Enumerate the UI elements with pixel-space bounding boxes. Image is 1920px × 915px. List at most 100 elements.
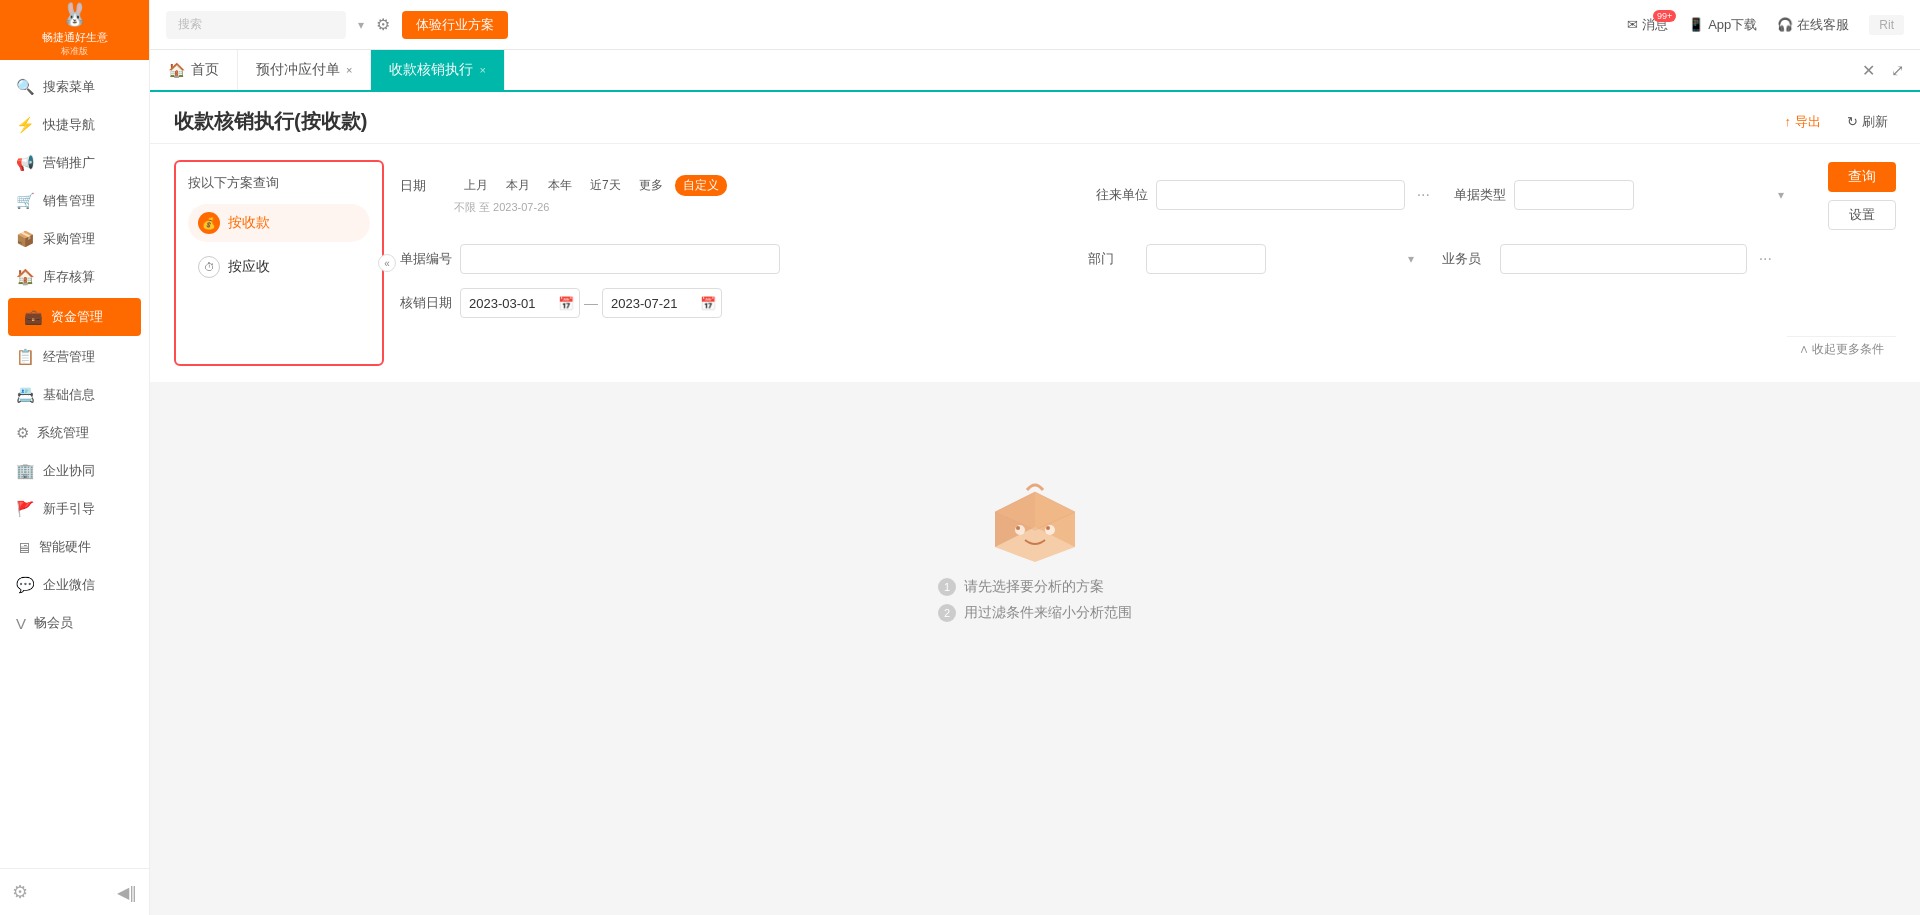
- topbar-gear-icon[interactable]: ⚙: [376, 15, 390, 34]
- sidebar-label-vip: 畅会员: [34, 614, 73, 632]
- sidebar-menu: 🔍 搜索菜单 ⚡ 快捷导航 📢 营销推广 🛒 销售管理 📦 采购管理 🏠 库存核…: [0, 60, 149, 868]
- collapse-sidebar-btn[interactable]: ◀‖: [117, 883, 137, 902]
- sidebar-item-funds[interactable]: 💼 资金管理: [8, 298, 141, 336]
- sidebar: 🐰 畅捷通好生意 标准版 🔍 搜索菜单 ⚡ 快捷导航 📢 营销推广 🛒 销售管理…: [0, 0, 150, 915]
- query-button[interactable]: 查询: [1828, 162, 1896, 192]
- date-btn-custom[interactable]: 自定义: [675, 175, 727, 196]
- receivable-option-label: 按应收: [228, 258, 270, 276]
- settings-button[interactable]: 设置: [1828, 200, 1896, 230]
- sidebar-label-guide: 新手引导: [43, 500, 95, 518]
- tab-receipt-close[interactable]: ×: [479, 64, 485, 76]
- tab-prepay-label: 预付冲应付单: [256, 61, 340, 79]
- partner-label: 往来单位: [1096, 186, 1148, 204]
- collapse-more-btn[interactable]: ∧ 收起更多条件: [1787, 336, 1896, 362]
- sidebar-item-wechat[interactable]: 💬 企业微信: [0, 566, 149, 604]
- filter-actions: 查询 设置: [1828, 160, 1896, 230]
- date-btn-this-year[interactable]: 本年: [542, 175, 578, 196]
- filter-option-receivable[interactable]: ⏱ 按应收: [188, 248, 370, 286]
- message-button[interactable]: ✉ 消息 99+: [1627, 16, 1668, 34]
- sidebar-item-quick[interactable]: ⚡ 快捷导航: [0, 106, 149, 144]
- staff-dots-btn[interactable]: ···: [1755, 250, 1776, 268]
- filter-row-1: 日期 上月 本月 本年 近7天 更多 自定义 不限 至 2: [400, 160, 1896, 230]
- tab-close-all-btn[interactable]: ✕: [1858, 57, 1879, 84]
- tab-home-label: 首页: [191, 61, 219, 79]
- sidebar-label-hardware: 智能硬件: [39, 538, 91, 556]
- logo-text: 畅捷通好生意: [42, 30, 108, 45]
- mobile-icon: 📱: [1688, 17, 1704, 32]
- sidebar-item-search[interactable]: 🔍 搜索菜单: [0, 68, 149, 106]
- topbar-search-text: 搜索: [178, 16, 202, 33]
- app-logo: 🐰 畅捷通好生意 标准版: [0, 0, 149, 60]
- tab-home[interactable]: 🏠 首页: [150, 50, 238, 90]
- export-icon: ↑: [1785, 114, 1792, 129]
- sidebar-item-sales[interactable]: 🛒 销售管理: [0, 182, 149, 220]
- doc-type-field: 单据类型: [1454, 180, 1792, 210]
- verify-date-start-wrap: 📅: [460, 288, 580, 318]
- app-download-button[interactable]: 📱 App下载: [1688, 16, 1757, 34]
- hardware-icon: 🖥: [16, 539, 31, 556]
- solution-button[interactable]: 体验行业方案: [402, 11, 508, 39]
- svg-point-4: [1045, 525, 1055, 535]
- filter-option-receipt[interactable]: 💰 按收款: [188, 204, 370, 242]
- receipt-option-icon: 💰: [198, 212, 220, 234]
- sidebar-label-base: 基础信息: [43, 386, 95, 404]
- empty-step1-text: 请先选择要分析的方案: [964, 578, 1104, 596]
- sidebar-item-marketing[interactable]: 📢 营销推广: [0, 144, 149, 182]
- date-btn-this-month[interactable]: 本月: [500, 175, 536, 196]
- dept-label: 部门: [1088, 250, 1138, 268]
- empty-step-1: 1 请先选择要分析的方案: [938, 578, 1132, 596]
- staff-input[interactable]: [1500, 244, 1747, 274]
- partner-dots-btn[interactable]: ···: [1413, 186, 1434, 204]
- calendar-end-icon[interactable]: 📅: [700, 296, 716, 311]
- verify-date-field: 核销日期 📅 — 📅: [400, 288, 1068, 318]
- filter-form: 日期 上月 本月 本年 近7天 更多 自定义 不限 至 2: [400, 160, 1896, 366]
- tab-prepay[interactable]: 预付冲应付单 ×: [238, 50, 371, 90]
- online-service-button[interactable]: 🎧 在线客服: [1777, 16, 1849, 34]
- empty-step-2: 2 用过滤条件来缩小分析范围: [938, 604, 1132, 622]
- dept-select[interactable]: [1146, 244, 1266, 274]
- svg-point-5: [1016, 526, 1020, 530]
- filter-collapse-btn[interactable]: «: [378, 254, 396, 272]
- empty-svg: [975, 462, 1095, 562]
- date-btn-7days[interactable]: 近7天: [584, 175, 627, 196]
- date-range-dash: —: [584, 295, 598, 311]
- date-btn-more[interactable]: 更多: [633, 175, 669, 196]
- calendar-start-icon[interactable]: 📅: [558, 296, 574, 311]
- tabbar: 🏠 首页 预付冲应付单 × 收款核销执行 × ✕ ⤢: [150, 50, 1920, 92]
- tab-prepay-close[interactable]: ×: [346, 64, 352, 76]
- sidebar-item-cooperation[interactable]: 🏢 企业协同: [0, 452, 149, 490]
- doc-type-select[interactable]: [1514, 180, 1634, 210]
- sidebar-item-hardware[interactable]: 🖥 智能硬件: [0, 528, 149, 566]
- doc-no-label: 单据编号: [400, 250, 452, 268]
- app-download-label: App下载: [1708, 16, 1757, 34]
- tab-expand-btn[interactable]: ⤢: [1887, 57, 1908, 84]
- sidebar-item-guide[interactable]: 🚩 新手引导: [0, 490, 149, 528]
- filter-left-panel: 按以下方案查询 💰 按收款 ⏱ 按应收 «: [174, 160, 384, 366]
- sidebar-item-base[interactable]: 📇 基础信息: [0, 376, 149, 414]
- empty-texts: 1 请先选择要分析的方案 2 用过滤条件来缩小分析范围: [938, 578, 1132, 622]
- export-button[interactable]: ↑ 导出: [1777, 109, 1830, 135]
- user-name[interactable]: Rit: [1869, 15, 1904, 35]
- doc-no-input[interactable]: [460, 244, 780, 274]
- filter-row-2: 单据编号 部门 业务员: [400, 244, 1896, 274]
- tab-receipt[interactable]: 收款核销执行 ×: [371, 50, 504, 90]
- topbar-chevron-icon[interactable]: ▾: [358, 18, 364, 32]
- sidebar-item-operations[interactable]: 📋 经营管理: [0, 338, 149, 376]
- sidebar-item-inventory[interactable]: 🏠 库存核算: [0, 258, 149, 296]
- verify-date-label: 核销日期: [400, 294, 452, 312]
- partner-input[interactable]: [1156, 180, 1405, 210]
- sidebar-label-wechat: 企业微信: [43, 576, 95, 594]
- step-num-1: 1: [938, 578, 956, 596]
- dept-field: 部门: [1088, 244, 1422, 274]
- sidebar-item-vip[interactable]: V 畅会员: [0, 604, 149, 642]
- sidebar-label-funds: 资金管理: [51, 308, 103, 326]
- date-btn-last-month[interactable]: 上月: [458, 175, 494, 196]
- refresh-button[interactable]: ↻ 刷新: [1839, 109, 1896, 135]
- sidebar-item-purchase[interactable]: 📦 采购管理: [0, 220, 149, 258]
- receipt-option-label: 按收款: [228, 214, 270, 232]
- message-badge: 99+: [1653, 10, 1676, 22]
- refresh-icon: ↻: [1847, 114, 1858, 129]
- doc-type-label: 单据类型: [1454, 186, 1506, 204]
- settings-icon[interactable]: ⚙: [12, 881, 28, 903]
- sidebar-item-system[interactable]: ⚙ 系统管理: [0, 414, 149, 452]
